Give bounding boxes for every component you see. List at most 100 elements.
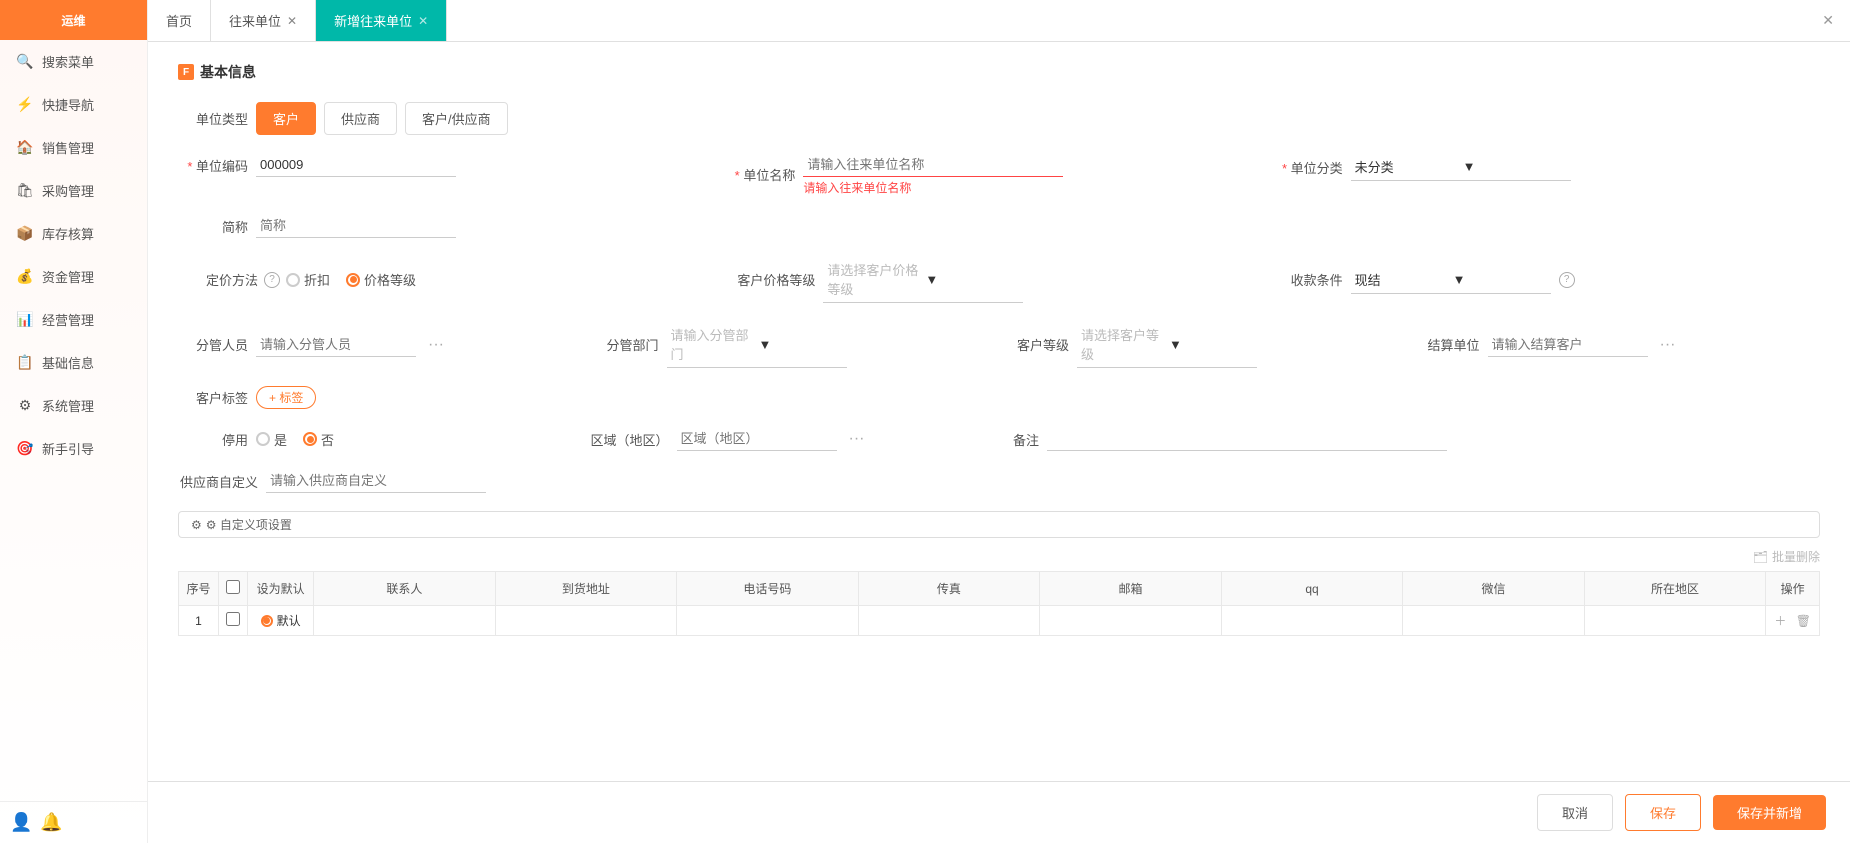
sidebar-item-purchase[interactable]: 🛍 采购管理 [0,169,147,212]
row-email-input[interactable] [1046,614,1215,628]
row-add-btn[interactable]: ＋ [1774,614,1786,628]
add-tag-button[interactable]: + 标签 [256,386,316,409]
sidebar-item-capital[interactable]: 💰 资金管理 [0,255,147,298]
payment-terms-select[interactable]: 现结 ▼ [1351,266,1551,294]
pricing-method-help[interactable]: ? [264,272,280,288]
custom-settings-button[interactable]: ⚙ ⚙ 自定义项设置 [178,511,1820,538]
sidebar-item-sales[interactable]: 🏠 销售管理 [0,126,147,169]
row-contact-input[interactable] [320,614,489,628]
unit-type-customer-btn[interactable]: 客户 [256,102,316,135]
tab-partner-list[interactable]: 往来单位 ✕ [211,0,316,41]
customer-tag-field: 客户标签 + 标签 [178,386,1820,409]
pricing-row: 定价方法 ? 折扣 价格等级 客户价格等级 请选择客户价格等级 [178,256,1820,303]
table-row: 1 默认 [179,606,1820,636]
tab-add-partner-close[interactable]: ✕ [418,14,428,28]
row-email[interactable] [1040,606,1222,636]
disabled-row: 停用 是 否 区域（地区） ··· [178,427,1820,451]
pricing-level-radio[interactable]: 价格等级 [346,270,416,289]
row-fax-input[interactable] [865,614,1034,628]
row-fax[interactable] [858,606,1040,636]
sidebar-item-guide[interactable]: 🎯 新手引导 [0,427,147,470]
row-qq[interactable] [1221,606,1403,636]
save-button[interactable]: 保存 [1625,794,1701,831]
region-input[interactable] [677,427,837,451]
row-default-label: 默认 [277,612,301,629]
section-title-text: 基本信息 [200,62,256,82]
row-checkbox[interactable] [226,612,240,626]
sidebar-item-inventory[interactable]: 📦 库存核算 [0,212,147,255]
batch-delete-icon: 🗂 [1753,550,1768,564]
sidebar-item-label: 采购管理 [42,181,94,200]
tab-partner-list-close[interactable]: ✕ [287,14,297,28]
sidebar-item-biz[interactable]: 📊 经营管理 [0,298,147,341]
sidebar-item-search-menu[interactable]: 🔍 搜索菜单 [0,40,147,83]
unit-name-input[interactable] [803,153,1063,177]
form-footer: 取消 保存 保存并新增 [148,781,1850,843]
unit-code-field: 单位编码 [178,153,725,177]
unit-name-field: 单位名称 请输入往来单位名称 [725,153,1272,196]
unit-code-label: 单位编码 [178,156,248,175]
row-wechat[interactable] [1403,606,1585,636]
col-email: 邮箱 [1040,572,1222,606]
save-new-button[interactable]: 保存并新增 [1713,795,1826,830]
settlement-unit-input[interactable] [1488,333,1648,357]
pricing-discount-radio[interactable]: 折扣 [286,270,330,289]
settlement-unit-more-btn[interactable]: ··· [1660,336,1676,354]
row-phone-input[interactable] [683,614,852,628]
sidebar-item-basic-info[interactable]: 📋 基础信息 [0,341,147,384]
manager-more-btn[interactable]: ··· [428,336,444,354]
guide-icon: 🎯 [16,440,34,458]
manager-input[interactable] [256,333,416,357]
customer-price-level-select[interactable]: 请选择客户价格等级 ▼ [823,256,1023,303]
row-wechat-input[interactable] [1409,614,1578,628]
inventory-icon: 📦 [16,225,34,243]
tab-home[interactable]: 首页 [148,0,211,41]
sidebar-user-icon[interactable]: 👤 [10,812,32,833]
settlement-unit-field: 结算单位 ··· [1410,333,1821,357]
region-more-btn[interactable]: ··· [849,430,865,448]
row-region[interactable] [1584,606,1766,636]
capital-icon: 💰 [16,268,34,286]
cancel-button[interactable]: 取消 [1537,794,1613,831]
row-qq-input[interactable] [1228,614,1397,628]
tabbar-close-all-button[interactable]: ✕ [1806,12,1850,29]
payment-terms-help[interactable]: ? [1559,272,1575,288]
row-address-input[interactable] [502,614,671,628]
remarks-field: 备注 [999,427,1820,451]
unit-type-supplier-btn[interactable]: 供应商 [324,102,397,135]
row-delete-btn[interactable]: 🗑 [1796,614,1811,628]
department-select[interactable]: 请输入分管部门 ▼ [667,321,847,368]
batch-delete-button[interactable]: 批量删除 [1772,548,1820,565]
row-region-input[interactable] [1591,614,1760,628]
sidebar-item-quick-nav[interactable]: ⚡ 快捷导航 [0,83,147,126]
unit-type-both-btn[interactable]: 客户/供应商 [405,102,508,135]
unit-category-select[interactable]: 未分类 ▼ [1351,153,1571,181]
tab-home-label: 首页 [166,11,192,30]
select-all-checkbox[interactable] [226,580,240,594]
sidebar-item-system[interactable]: ⚙ 系统管理 [0,384,147,427]
tab-add-partner[interactable]: 新增往来单位 ✕ [316,0,447,41]
disabled-no-radio[interactable]: 否 [303,430,334,449]
row-default: 默认 [248,606,314,636]
remarks-input[interactable] [1047,427,1447,451]
customer-level-select[interactable]: 请选择客户等级 ▼ [1077,321,1257,368]
sidebar-notify-icon[interactable]: 🔔 [40,812,62,833]
row-address[interactable] [495,606,677,636]
unit-type-row: 单位类型 客户 供应商 客户/供应商 [178,102,1820,135]
department-label: 分管部门 [589,335,659,354]
col-contact: 联系人 [314,572,496,606]
sidebar-item-label: 经营管理 [42,310,94,329]
row-default-radio[interactable] [261,615,273,627]
short-name-input[interactable] [256,214,456,238]
supplier-custom-input[interactable] [266,469,486,493]
col-wechat: 微信 [1403,572,1585,606]
disabled-yes-radio[interactable]: 是 [256,430,287,449]
unit-code-input[interactable] [256,153,456,177]
customer-price-level-field: 客户价格等级 请选择客户价格等级 ▼ [725,256,1272,303]
sidebar-item-label: 快捷导航 [42,95,94,114]
row-seq: 1 [179,606,219,636]
basic-info-icon: 📋 [16,354,34,372]
pricing-radio-group: 折扣 价格等级 [286,270,416,289]
row-phone[interactable] [677,606,859,636]
row-contact[interactable] [314,606,496,636]
